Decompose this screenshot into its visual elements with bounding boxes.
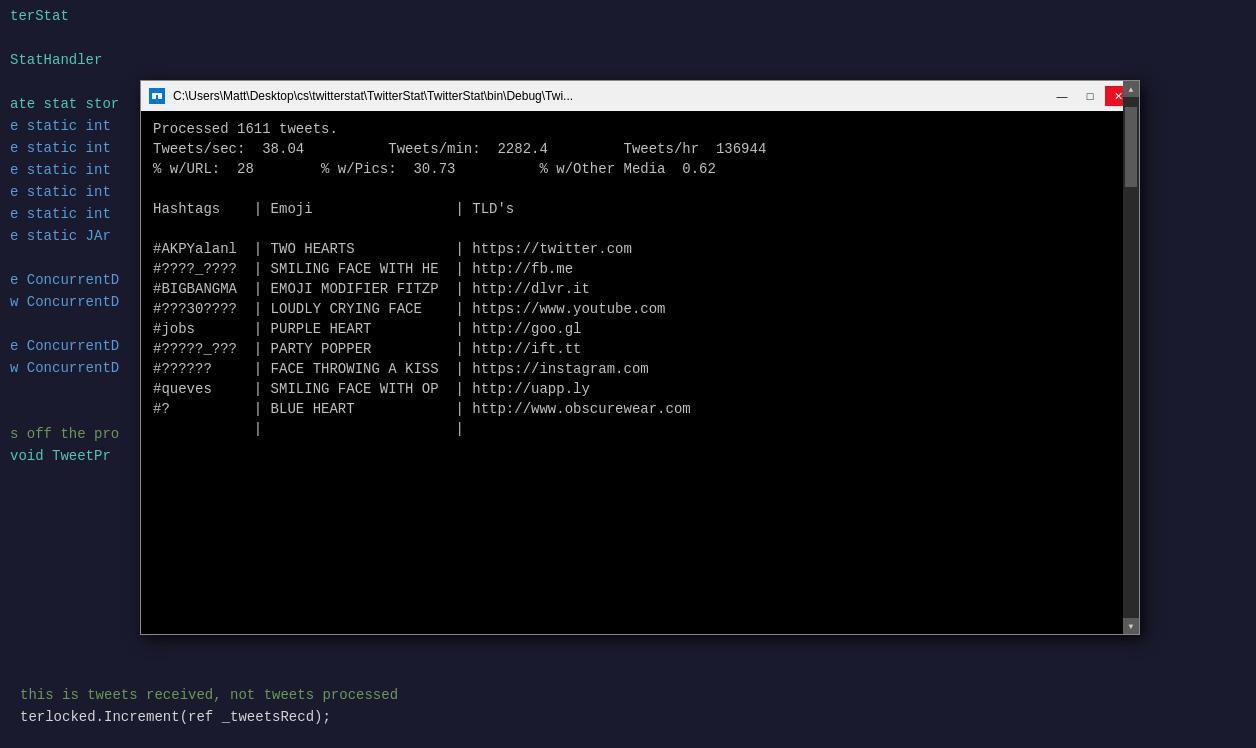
- code-line: terStat: [0, 5, 140, 27]
- blank-line: [153, 219, 1119, 239]
- code-line: [0, 27, 140, 49]
- table-row: #AKPYalanl | TWO HEARTS | https://twitte…: [153, 239, 1119, 259]
- code-line: w ConcurrentD: [0, 357, 140, 379]
- code-line: [0, 71, 140, 93]
- maximize-button[interactable]: □: [1077, 86, 1103, 106]
- code-line: void TweetPr: [0, 445, 140, 467]
- table-row: #?????? | FACE THROWING A KISS | https:/…: [153, 359, 1119, 379]
- code-line: StatHandler: [0, 49, 140, 71]
- code-line: [0, 401, 140, 423]
- table-row: | |: [153, 419, 1119, 439]
- code-line: [0, 313, 140, 335]
- bottom-code-section: this is tweets received, not tweets proc…: [0, 684, 418, 728]
- code-line: w ConcurrentD: [0, 291, 140, 313]
- code-line: e static int: [0, 159, 140, 181]
- console-scrollbar[interactable]: ▲ ▼: [1123, 111, 1139, 634]
- console-title: C:\Users\Matt\Desktop\cs\twitterstat\Twi…: [173, 89, 1041, 103]
- console-window: C:\Users\Matt\Desktop\cs\twitterstat\Twi…: [140, 80, 1140, 635]
- code-line: [0, 247, 140, 269]
- processed-line: Processed 1611 tweets.: [153, 119, 1119, 139]
- blank-line: [153, 179, 1119, 199]
- window-controls: — □ ✕: [1049, 86, 1131, 106]
- scroll-down-button[interactable]: ▼: [1123, 618, 1139, 634]
- console-body: Processed 1611 tweets. Tweets/sec: 38.04…: [141, 111, 1139, 634]
- code-line: e static JAr: [0, 225, 140, 247]
- scrollbar-thumb[interactable]: [1125, 111, 1137, 187]
- console-app-icon: [149, 88, 165, 104]
- table-row: #BIGBANGMA | EMOJI MODIFIER FITZP | http…: [153, 279, 1119, 299]
- code-line: s off the pro: [0, 423, 140, 445]
- code-line: e ConcurrentD: [0, 335, 140, 357]
- scrollbar-track[interactable]: [1123, 111, 1139, 618]
- comment-line: this is tweets received, not tweets proc…: [10, 684, 408, 706]
- code-line: e static int: [0, 137, 140, 159]
- table-row: #????_???? | SMILING FACE WITH HE | http…: [153, 259, 1119, 279]
- code-line: [0, 379, 140, 401]
- code-line: e static int: [0, 181, 140, 203]
- editor-left-panel: terStat StatHandler ate stat stor e stat…: [0, 0, 140, 748]
- table-row: #???30???? | LOUDLY CRYING FACE | https:…: [153, 299, 1119, 319]
- code-line: e static int: [0, 115, 140, 137]
- code-line-increment: terlocked.Increment(ref _tweetsRecd);: [10, 706, 408, 728]
- table-row: #? | BLUE HEART | http://www.obscurewear…: [153, 399, 1119, 419]
- code-line: e static int: [0, 203, 140, 225]
- table-row: #queves | SMILING FACE WITH OP | http://…: [153, 379, 1119, 399]
- minimize-button[interactable]: —: [1049, 86, 1075, 106]
- table-row: #?????_??? | PARTY POPPER | http://ift.t…: [153, 339, 1119, 359]
- code-line: e ConcurrentD: [0, 269, 140, 291]
- console-titlebar: C:\Users\Matt\Desktop\cs\twitterstat\Twi…: [141, 81, 1139, 111]
- table-row: #jobs | PURPLE HEART | http://goo.gl: [153, 319, 1119, 339]
- stats-line-1: Tweets/sec: 38.04 Tweets/min: 2282.4 Twe…: [153, 139, 1119, 159]
- code-line: ate stat stor: [0, 93, 140, 115]
- stats-line-2: % w/URL: 28 % w/Pics: 30.73 % w/Other Me…: [153, 159, 1119, 179]
- table-header: Hashtags | Emoji | TLD's: [153, 199, 1119, 219]
